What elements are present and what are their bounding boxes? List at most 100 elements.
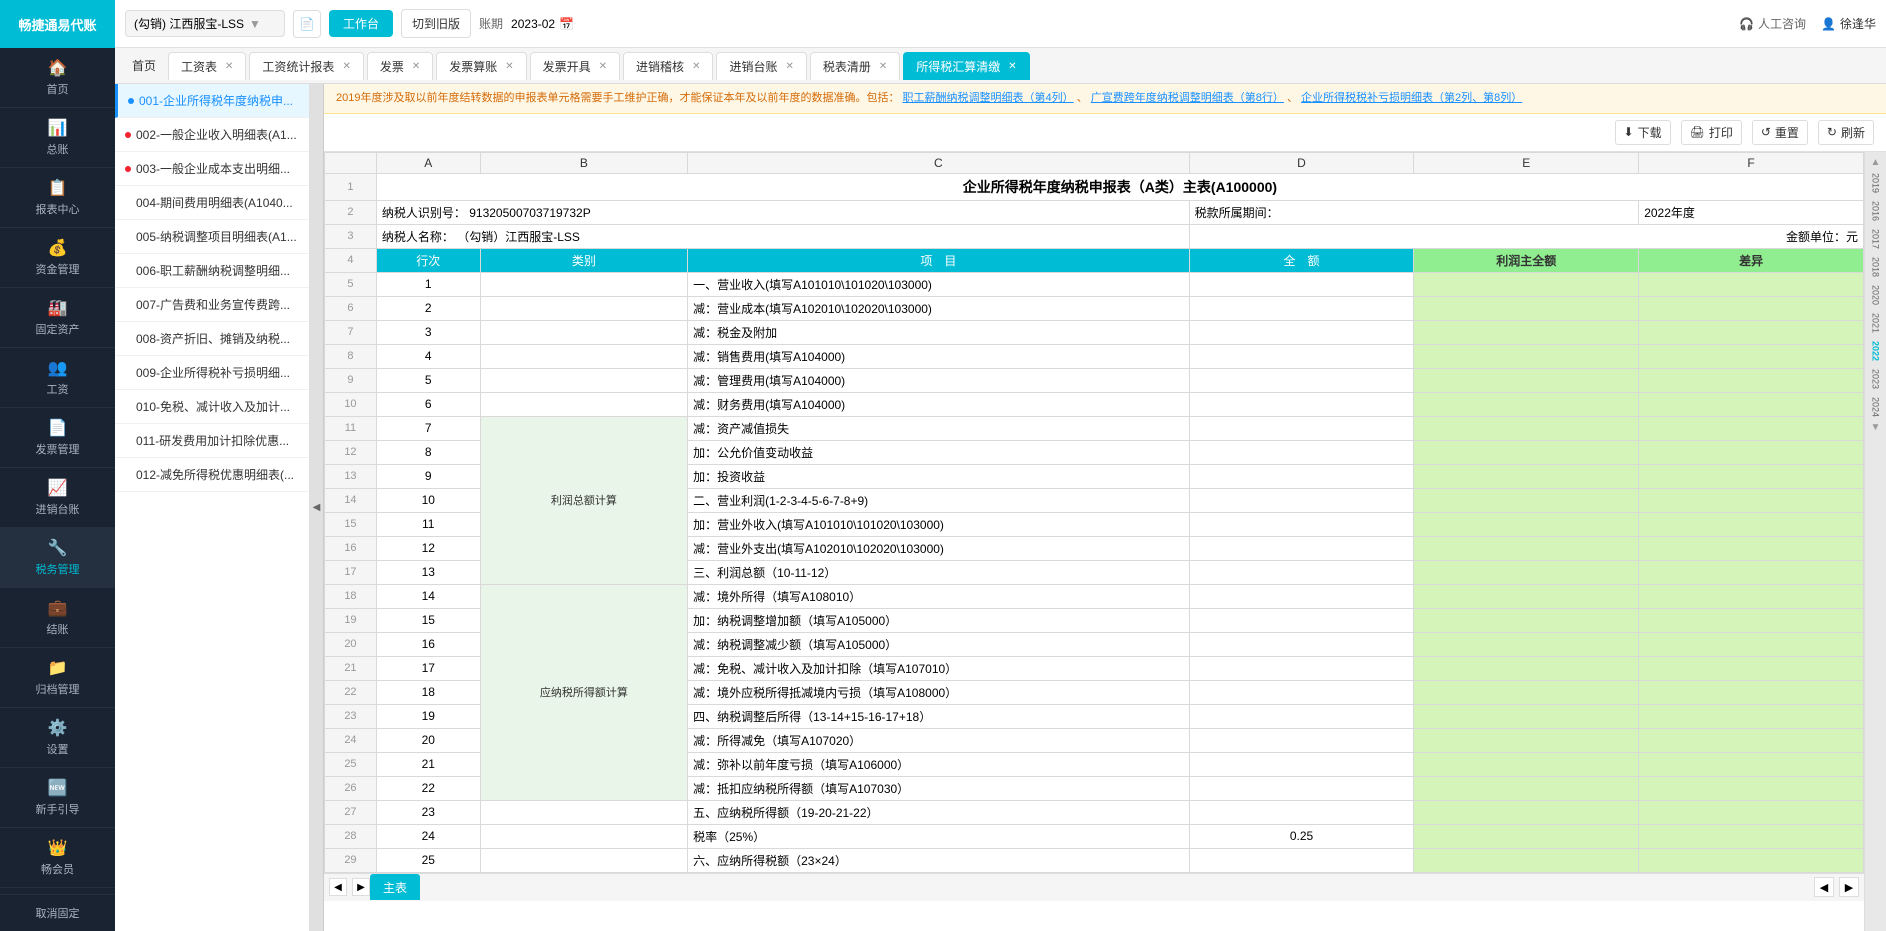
cell-f[interactable] bbox=[1639, 656, 1864, 680]
cell-e[interactable] bbox=[1414, 728, 1639, 752]
reset-button[interactable]: ↺ 重置 bbox=[1752, 120, 1808, 145]
sheet-nav-next[interactable]: ▶ bbox=[352, 878, 370, 896]
cell-e[interactable] bbox=[1414, 344, 1639, 368]
cell-c[interactable]: 减：营业外支出(填写A102010\102020\103000) bbox=[688, 536, 1189, 560]
cell-f[interactable] bbox=[1639, 584, 1864, 608]
cell-a[interactable]: 10 bbox=[376, 488, 480, 512]
switch-version-button[interactable]: 切到旧版 bbox=[401, 9, 471, 38]
user-service-button[interactable]: 🎧 人工咨询 bbox=[1739, 15, 1806, 32]
cell-d[interactable] bbox=[1189, 776, 1414, 800]
sidebar-item-vip[interactable]: 👑 畅会员 bbox=[0, 828, 115, 888]
cell-e[interactable] bbox=[1414, 320, 1639, 344]
cell-c[interactable]: 加：纳税调整增加额（填写A105000） bbox=[688, 608, 1189, 632]
cell-b[interactable] bbox=[480, 848, 688, 872]
sidebar-item-purchase-sales[interactable]: 📈 进销台账 bbox=[0, 468, 115, 528]
cell-a[interactable]: 2 bbox=[376, 296, 480, 320]
sidebar-item-home[interactable]: 🏠 首页 bbox=[0, 48, 115, 108]
cell-a[interactable]: 5 bbox=[376, 368, 480, 392]
tab-home[interactable]: 首页 bbox=[120, 52, 168, 79]
timeline-2018[interactable]: 2018 bbox=[1869, 254, 1883, 280]
warning-link-1[interactable]: 职工薪酬纳税调整明细表（第4列） bbox=[903, 92, 1074, 104]
left-panel-item-004[interactable]: 004-期间费用明细表(A1040... bbox=[115, 186, 309, 220]
cell-a[interactable]: 21 bbox=[376, 752, 480, 776]
left-panel-item-005[interactable]: 005-纳税调整项目明细表(A1... bbox=[115, 220, 309, 254]
tab-payroll-stats[interactable]: 工资统计报表 ✕ bbox=[249, 52, 363, 80]
cell-a[interactable]: 17 bbox=[376, 656, 480, 680]
sidebar-item-settings[interactable]: ⚙️ 设置 bbox=[0, 708, 115, 768]
sidebar-item-settlement[interactable]: 💼 结账 bbox=[0, 588, 115, 648]
cell-a[interactable]: 25 bbox=[376, 848, 480, 872]
sidebar-item-general-ledger[interactable]: 📊 总账 bbox=[0, 108, 115, 168]
timeline-2023[interactable]: 2023 bbox=[1869, 366, 1883, 392]
sidebar-item-invoice-mgmt[interactable]: 📄 发票管理 bbox=[0, 408, 115, 468]
cell-c[interactable]: 减：营业成本(填写A102010\102020\103000) bbox=[688, 296, 1189, 320]
cell-b[interactable] bbox=[480, 344, 688, 368]
cell-f[interactable] bbox=[1639, 488, 1864, 512]
cell-d[interactable] bbox=[1189, 272, 1414, 296]
cell-c[interactable]: 减：所得减免（填写A107020） bbox=[688, 728, 1189, 752]
cell-d[interactable] bbox=[1189, 512, 1414, 536]
download-button[interactable]: ⬇ 下载 bbox=[1615, 120, 1671, 145]
cell-d[interactable] bbox=[1189, 296, 1414, 320]
cell-e[interactable] bbox=[1414, 632, 1639, 656]
cell-e[interactable] bbox=[1414, 848, 1639, 872]
cell-d[interactable] bbox=[1189, 440, 1414, 464]
tab-tax-schedule[interactable]: 税表清册 ✕ bbox=[810, 52, 900, 80]
cell-d[interactable] bbox=[1189, 392, 1414, 416]
cell-e[interactable] bbox=[1414, 584, 1639, 608]
cell-c[interactable]: 减：税金及附加 bbox=[688, 320, 1189, 344]
left-panel-item-001[interactable]: 001-企业所得税年度纳税申... bbox=[115, 84, 309, 118]
cell-a[interactable]: 16 bbox=[376, 632, 480, 656]
cell-d[interactable] bbox=[1189, 848, 1414, 872]
cell-f[interactable] bbox=[1639, 632, 1864, 656]
cell-f[interactable] bbox=[1639, 680, 1864, 704]
cell-d[interactable] bbox=[1189, 344, 1414, 368]
cell-f[interactable] bbox=[1639, 560, 1864, 584]
left-panel-item-002[interactable]: 002-一般企业收入明细表(A1... bbox=[115, 118, 309, 152]
tab-purchase-audit[interactable]: 进销稽核 ✕ bbox=[623, 52, 713, 80]
cell-a[interactable]: 14 bbox=[376, 584, 480, 608]
tab-invoice-calc[interactable]: 发票算账 ✕ bbox=[436, 52, 526, 80]
cell-e[interactable] bbox=[1414, 560, 1639, 584]
cell-f[interactable] bbox=[1639, 704, 1864, 728]
left-panel-item-008[interactable]: 008-资产折旧、摊销及纳税... bbox=[115, 322, 309, 356]
left-panel-item-011[interactable]: 011-研发费用加计扣除优惠... bbox=[115, 424, 309, 458]
sidebar-item-archive[interactable]: 📁 归档管理 bbox=[0, 648, 115, 708]
cell-f[interactable] bbox=[1639, 272, 1864, 296]
cell-c[interactable]: 减：境外所得（填写A108010） bbox=[688, 584, 1189, 608]
timeline-2019[interactable]: 2019 bbox=[1869, 170, 1883, 196]
cell-d[interactable] bbox=[1189, 416, 1414, 440]
timeline-2021[interactable]: 2021 bbox=[1869, 310, 1883, 336]
left-panel-item-010[interactable]: 010-免税、减计收入及加计... bbox=[115, 390, 309, 424]
timeline-2016[interactable]: 2016 bbox=[1869, 198, 1883, 224]
timeline-2017[interactable]: 2017 bbox=[1869, 226, 1883, 252]
cell-c[interactable]: 五、应纳税所得额（19-20-21-22） bbox=[688, 800, 1189, 824]
cell-a[interactable]: 23 bbox=[376, 800, 480, 824]
sidebar-item-tax-mgmt[interactable]: 🔧 税务管理 bbox=[0, 528, 115, 588]
cell-a[interactable]: 9 bbox=[376, 464, 480, 488]
cell-e[interactable] bbox=[1414, 296, 1639, 320]
left-panel-item-007[interactable]: 007-广告费和业务宣传费跨... bbox=[115, 288, 309, 322]
cell-e[interactable] bbox=[1414, 512, 1639, 536]
warning-link-3[interactable]: 企业所得税税补亏损明细表（第2列、第8列） bbox=[1301, 92, 1522, 104]
cell-f[interactable] bbox=[1639, 776, 1864, 800]
cell-d[interactable] bbox=[1189, 656, 1414, 680]
cell-f[interactable] bbox=[1639, 608, 1864, 632]
tab-income-tax[interactable]: 所得税汇算清缴 ✕ bbox=[903, 52, 1029, 80]
cell-d[interactable] bbox=[1189, 320, 1414, 344]
cell-b[interactable] bbox=[480, 368, 688, 392]
cell-b[interactable] bbox=[480, 824, 688, 848]
left-panel-item-003[interactable]: 003-一般企业成本支出明细... bbox=[115, 152, 309, 186]
cell-d[interactable] bbox=[1189, 704, 1414, 728]
cell-c[interactable]: 减：财务费用(填写A104000) bbox=[688, 392, 1189, 416]
tab-invoice-issue[interactable]: 发票开具 ✕ bbox=[530, 52, 620, 80]
cell-d[interactable] bbox=[1189, 584, 1414, 608]
cell-a[interactable]: 15 bbox=[376, 608, 480, 632]
cell-c[interactable]: 减：销售费用(填写A104000) bbox=[688, 344, 1189, 368]
sidebar-item-fund-mgmt[interactable]: 💰 资金管理 bbox=[0, 228, 115, 288]
cell-b[interactable] bbox=[480, 392, 688, 416]
cell-f[interactable] bbox=[1639, 320, 1864, 344]
scroll-right-btn[interactable]: ▶ bbox=[1839, 877, 1859, 897]
cell-a[interactable]: 20 bbox=[376, 728, 480, 752]
cell-b[interactable] bbox=[480, 272, 688, 296]
